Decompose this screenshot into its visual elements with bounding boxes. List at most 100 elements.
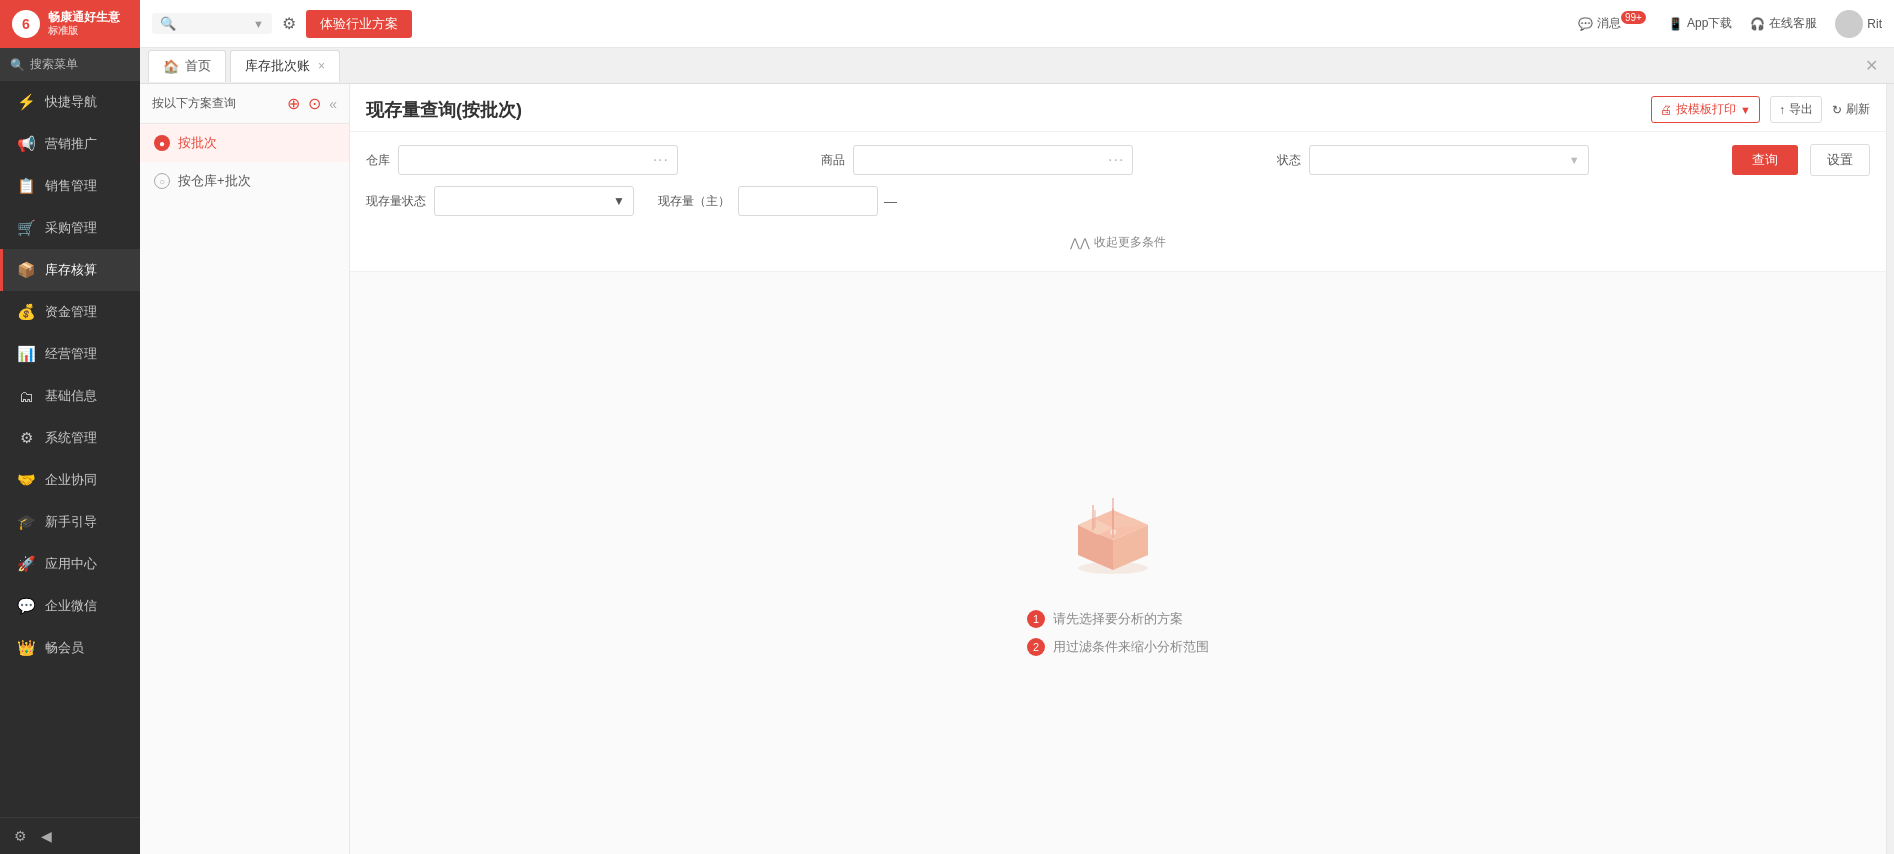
sidebar-item-label: 销售管理 — [45, 177, 97, 195]
message-icon: 💬 — [1578, 17, 1593, 31]
app-version: 标准版 — [48, 24, 120, 38]
warehouse-dots-icon[interactable]: ··· — [653, 151, 669, 169]
sidebar-footer: ⚙ ◀ — [0, 817, 140, 854]
app-download-label: App下载 — [1687, 15, 1732, 32]
sidebar-item-xitong[interactable]: ⚙ 系统管理 — [0, 417, 140, 459]
sidebar: 6 畅康通好生意 标准版 🔍 搜索菜单 ⚡ 快捷导航 📢 营销推广 📋 销售管理… — [0, 0, 140, 854]
export-button[interactable]: ↑ 导出 — [1770, 96, 1822, 123]
sidebar-item-kuaijie[interactable]: ⚡ 快捷导航 — [0, 81, 140, 123]
enterprise-icon: 🤝 — [17, 471, 35, 489]
filter-item-by-batch[interactable]: ● 按批次 — [140, 124, 349, 162]
tab-close-page-icon[interactable]: ✕ — [1857, 56, 1886, 75]
status-input[interactable]: ▼ — [1309, 145, 1589, 175]
filter-panel-title: 按以下方案查询 — [152, 95, 236, 112]
empty-state: 1 请先选择要分析的方案 2 用过滤条件来缩小分析范围 — [350, 272, 1886, 854]
sidebar-item-zijin[interactable]: 💰 资金管理 — [0, 291, 140, 333]
sidebar-item-huiyuan[interactable]: 👑 畅会员 — [0, 627, 140, 669]
sidebar-search-label: 搜索菜单 — [30, 56, 78, 73]
print-button[interactable]: 🖨 按模板打印 ▼ — [1651, 96, 1760, 123]
sidebar-item-caigou[interactable]: 🛒 采购管理 — [0, 207, 140, 249]
product-search-field: 商品 ··· — [821, 145, 1264, 175]
sidebar-header: 6 畅康通好生意 标准版 — [0, 0, 140, 48]
home-icon: 🏠 — [163, 59, 179, 74]
filter-panel-actions: ⊕ ⊙ « — [287, 94, 337, 113]
topbar-actions: 💬 消息 99+ 📱 App下载 🎧 在线客服 Rit — [1578, 10, 1882, 38]
warehouse-search-field: 仓库 ··· — [366, 145, 809, 175]
sidebar-item-jingying[interactable]: 📊 经营管理 — [0, 333, 140, 375]
sidebar-item-yingxiao[interactable]: 📢 营销推广 — [0, 123, 140, 165]
refresh-label: 刷新 — [1846, 101, 1870, 118]
sidebar-item-label: 应用中心 — [45, 555, 97, 573]
page-header: 现存量查询(按批次) 🖨 按模板打印 ▼ ↑ 导出 ↻ 刷新 — [350, 84, 1886, 132]
refresh-button[interactable]: ↻ 刷新 — [1832, 101, 1870, 118]
empty-icon-container — [1058, 470, 1178, 590]
megaphone-icon: 📢 — [17, 135, 35, 153]
product-dots-icon[interactable]: ··· — [1108, 151, 1124, 169]
sidebar-item-label: 经营管理 — [45, 345, 97, 363]
sidebar-item-qiye[interactable]: 🤝 企业协同 — [0, 459, 140, 501]
add-filter-icon[interactable]: ⊕ — [287, 94, 300, 113]
message-action[interactable]: 💬 消息 99+ — [1578, 15, 1650, 32]
product-input[interactable]: ··· — [853, 145, 1133, 175]
filter-settings-icon[interactable]: ⊙ — [308, 94, 321, 113]
settings-footer-icon[interactable]: ⚙ — [14, 828, 27, 844]
status-label: 状态 — [1277, 152, 1301, 169]
username-label: Rit — [1867, 17, 1882, 31]
report-icon: 📊 — [17, 345, 35, 363]
status-search-field: 状态 ▼ — [1277, 145, 1720, 175]
filter-item-by-warehouse-batch[interactable]: ○ 按仓库+批次 — [140, 162, 349, 200]
online-service-action[interactable]: 🎧 在线客服 — [1750, 15, 1817, 32]
tab-home-label: 首页 — [185, 57, 211, 75]
sidebar-item-yingyong[interactable]: 🚀 应用中心 — [0, 543, 140, 585]
empty-tip-2: 2 用过滤条件来缩小分析范围 — [1027, 638, 1209, 656]
filter-panel-header: 按以下方案查询 ⊕ ⊙ « — [140, 84, 349, 124]
topbar-search-box[interactable]: 🔍 ▼ — [152, 13, 272, 34]
tab-close-icon[interactable]: × — [318, 60, 325, 72]
wechat-icon: 💬 — [17, 597, 35, 615]
online-service-label: 在线客服 — [1769, 15, 1817, 32]
sidebar-item-label: 系统管理 — [45, 429, 97, 447]
sidebar-search-item[interactable]: 🔍 搜索菜单 — [0, 48, 140, 81]
sidebar-item-kucun[interactable]: 📦 库存核算 — [0, 249, 140, 291]
search-icon: 🔍 — [10, 58, 25, 72]
qty-range-inputs: — — [738, 186, 897, 216]
product-label: 商品 — [821, 152, 845, 169]
collapse-sidebar-icon[interactable]: ◀ — [41, 828, 52, 844]
headset-icon: 🎧 — [1750, 17, 1765, 31]
tip-text-1: 请先选择要分析的方案 — [1053, 610, 1183, 628]
topbar-settings-icon[interactable]: ⚙ — [282, 14, 296, 33]
search-bar: 仓库 ··· 商品 ··· — [350, 132, 1886, 272]
collapse-up-icon: ⋀⋀ — [1070, 236, 1090, 250]
sidebar-item-weixin[interactable]: 💬 企业微信 — [0, 585, 140, 627]
warehouse-input[interactable]: ··· — [398, 145, 678, 175]
user-avatar — [1835, 10, 1863, 38]
sidebar-item-jichu[interactable]: 🗂 基础信息 — [0, 375, 140, 417]
filter-dot-active: ● — [154, 135, 170, 151]
settings-button[interactable]: 设置 — [1810, 144, 1870, 176]
experience-button[interactable]: 体验行业方案 — [306, 10, 412, 38]
empty-illustration — [1058, 470, 1168, 580]
user-profile-action[interactable]: Rit — [1835, 10, 1882, 38]
topbar-chevron-icon: ▼ — [253, 18, 264, 30]
app-download-action[interactable]: 📱 App下载 — [1668, 15, 1732, 32]
collapse-filter-icon[interactable]: « — [329, 96, 337, 112]
app-center-icon: 🚀 — [17, 555, 35, 573]
collapse-button[interactable]: ⋀⋀ 收起更多条件 — [366, 226, 1870, 259]
system-icon: ⚙ — [17, 429, 35, 447]
sidebar-item-label: 库存核算 — [45, 261, 97, 279]
tab-inventory-batch[interactable]: 库存批次账 × — [230, 50, 340, 82]
qty-status-field: 现存量状态 ▼ — [366, 186, 634, 216]
sidebar-item-label: 采购管理 — [45, 219, 97, 237]
sidebar-item-label: 基础信息 — [45, 387, 97, 405]
qty-status-dropdown[interactable]: ▼ — [434, 186, 634, 216]
query-button[interactable]: 查询 — [1732, 145, 1798, 175]
sidebar-item-xiaoshou[interactable]: 📋 销售管理 — [0, 165, 140, 207]
flash-icon: ⚡ — [17, 93, 35, 111]
tab-home[interactable]: 🏠 首页 — [148, 50, 226, 82]
qty-dash: — — [884, 194, 897, 209]
sidebar-item-xinshou[interactable]: 🎓 新手引导 — [0, 501, 140, 543]
empty-tips: 1 请先选择要分析的方案 2 用过滤条件来缩小分析范围 — [1027, 610, 1209, 656]
sales-icon: 📋 — [17, 177, 35, 195]
qty-min-input[interactable] — [738, 186, 878, 216]
print-label: 按模板打印 — [1676, 101, 1736, 118]
